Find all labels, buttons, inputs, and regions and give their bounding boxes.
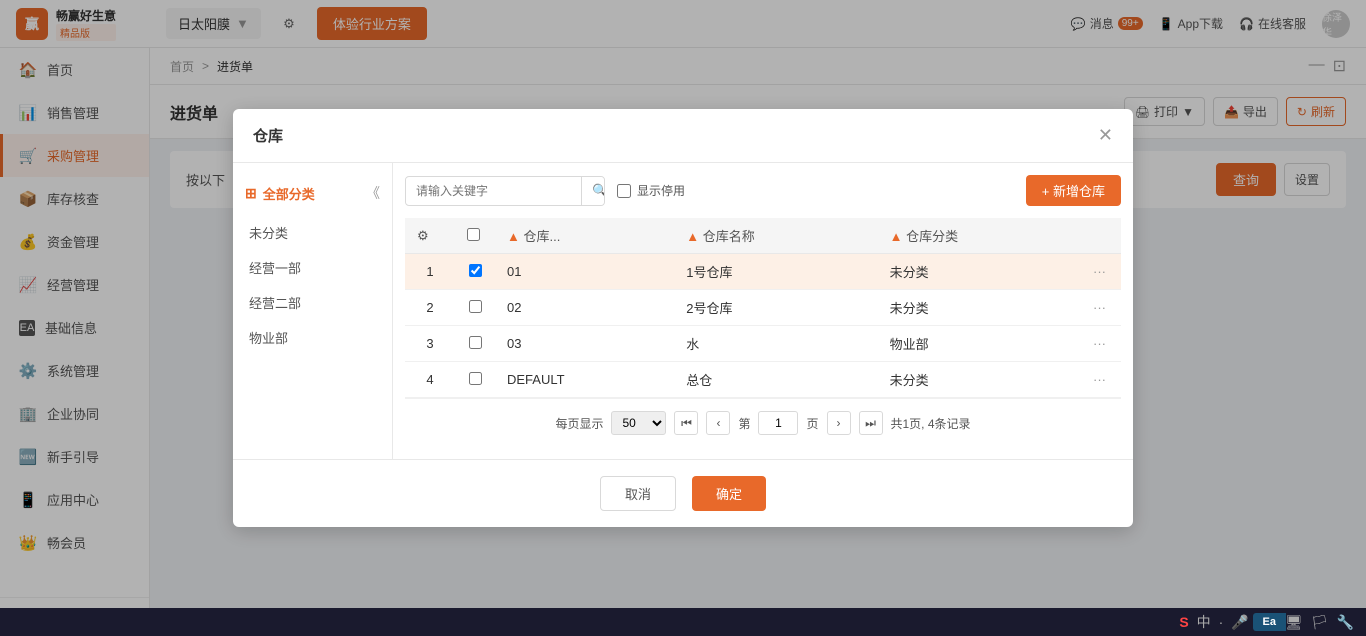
th-code: ▲ 仓库... (495, 218, 674, 254)
table-header: ⚙ ▲ 仓库... ▲ 仓库名称 (405, 218, 1121, 254)
row-checkbox-cell[interactable] (455, 326, 495, 362)
tool-icon[interactable]: 🔧 (1337, 614, 1354, 631)
row-num: 3 (405, 326, 455, 362)
show-disabled-label[interactable]: 显示停用 (617, 182, 685, 199)
show-disabled-checkbox[interactable] (617, 184, 631, 198)
select-all-checkbox[interactable] (467, 228, 480, 241)
row-code: 01 (495, 254, 674, 290)
category-item-property[interactable]: 物业部 (233, 320, 392, 355)
per-page-label: 每页显示 (555, 415, 603, 432)
search-input[interactable] (406, 178, 581, 204)
mic-icon[interactable]: 🎤 (1231, 614, 1248, 631)
row-num: 2 (405, 290, 455, 326)
ea-badge: Ea (1253, 613, 1286, 631)
th-actions (1081, 218, 1121, 254)
row-checkbox-cell[interactable] (455, 362, 495, 398)
page-prefix: 第 (738, 415, 750, 432)
first-page-button[interactable]: ⏮ (674, 411, 698, 435)
row-checkbox[interactable] (469, 300, 482, 313)
sort-icon-cat: ▲ (890, 229, 903, 244)
modal-header: 仓库 ✕ (233, 109, 1133, 163)
row-more[interactable]: ··· (1081, 362, 1121, 398)
row-num: 4 (405, 362, 455, 398)
row-name: 水 (674, 326, 877, 362)
warehouse-modal: 仓库 ✕ ⊞ 全部分类 《 未分类 经营一部 经营二部 物业部 (233, 109, 1133, 527)
more-icon[interactable]: ··· (1093, 372, 1106, 387)
table-panel: 🔍 显示停用 + 新增仓库 ⚙ (393, 163, 1133, 459)
row-checkbox[interactable] (469, 372, 482, 385)
search-box: 🔍 (405, 176, 605, 206)
page-size-select[interactable]: 50 10 20 100 (611, 411, 666, 435)
search-icon-button[interactable]: 🔍 (581, 177, 605, 205)
row-name: 2号仓库 (674, 290, 877, 326)
row-checkbox-cell[interactable] (455, 290, 495, 326)
table-row[interactable]: 2 02 2号仓库 未分类 ··· (405, 290, 1121, 326)
table-body: 1 01 1号仓库 未分类 ··· 2 02 2号仓库 未分类 ··· 3 03… (405, 254, 1121, 398)
confirm-button[interactable]: 确定 (692, 476, 766, 511)
row-more[interactable]: ··· (1081, 290, 1121, 326)
th-category: ▲ 仓库分类 (878, 218, 1081, 254)
table-row[interactable]: 3 03 水 物业部 ··· (405, 326, 1121, 362)
th-name: ▲ 仓库名称 (674, 218, 877, 254)
monitor-icon[interactable]: 🖥 (1285, 614, 1303, 631)
pagination: 每页显示 50 10 20 100 ⏮ ‹ 第 页 › ⏭ 共1页, 4条记录 (405, 398, 1121, 447)
row-name: 总仓 (674, 362, 877, 398)
row-checkbox[interactable] (469, 336, 482, 349)
total-records: 共1页, 4条记录 (891, 415, 971, 432)
sort-icon: ▲ (507, 229, 520, 244)
row-category: 物业部 (878, 326, 1081, 362)
th-gear: ⚙ (405, 218, 455, 254)
toolbar-left: 🔍 显示停用 (405, 176, 685, 206)
table-toolbar: 🔍 显示停用 + 新增仓库 (405, 175, 1121, 206)
row-num: 1 (405, 254, 455, 290)
last-page-button[interactable]: ⏭ (859, 411, 883, 435)
row-category: 未分类 (878, 362, 1081, 398)
category-header: ⊞ 全部分类 《 (233, 175, 392, 211)
row-more[interactable]: ··· (1081, 254, 1121, 290)
modal-title: 仓库 (253, 125, 283, 146)
modal-close-button[interactable]: ✕ (1098, 125, 1113, 146)
status-cn-icon[interactable]: 中 (1197, 612, 1211, 632)
category-panel: ⊞ 全部分类 《 未分类 经营一部 经营二部 物业部 (233, 163, 393, 459)
row-category: 未分类 (878, 290, 1081, 326)
row-code: DEFAULT (495, 362, 674, 398)
row-category: 未分类 (878, 254, 1081, 290)
statusbar: Ea S 中 · 🎤 ⌨ 🖥 🏳 🔧 (0, 608, 1366, 636)
category-item-dept2[interactable]: 经营二部 (233, 285, 392, 320)
more-icon[interactable]: ··· (1093, 264, 1106, 279)
all-categories[interactable]: ⊞ 全部分类 (245, 184, 315, 203)
sort-icon-name: ▲ (686, 229, 699, 244)
cancel-button[interactable]: 取消 (600, 476, 676, 511)
grid-icon: ⊞ (245, 185, 257, 202)
row-code: 03 (495, 326, 674, 362)
row-name: 1号仓库 (674, 254, 877, 290)
table-row[interactable]: 1 01 1号仓库 未分类 ··· (405, 254, 1121, 290)
row-checkbox[interactable] (469, 264, 482, 277)
th-checkbox (455, 218, 495, 254)
next-page-button[interactable]: › (827, 411, 851, 435)
row-checkbox-cell[interactable] (455, 254, 495, 290)
status-s-icon[interactable]: S (1179, 614, 1188, 630)
collapse-icon[interactable]: 《 (366, 183, 380, 203)
table-wrapper: ⚙ ▲ 仓库... ▲ 仓库名称 (405, 218, 1121, 398)
row-code: 02 (495, 290, 674, 326)
modal-overlay[interactable]: 仓库 ✕ ⊞ 全部分类 《 未分类 经营一部 经营二部 物业部 (0, 0, 1366, 636)
flag-icon[interactable]: 🏳 (1311, 614, 1329, 631)
new-warehouse-button[interactable]: + 新增仓库 (1026, 175, 1121, 206)
row-more[interactable]: ··· (1081, 326, 1121, 362)
category-item-dept1[interactable]: 经营一部 (233, 250, 392, 285)
page-suffix: 页 (806, 415, 818, 432)
more-icon[interactable]: ··· (1093, 336, 1106, 351)
status-dot-icon[interactable]: · (1219, 614, 1224, 630)
more-icon[interactable]: ··· (1093, 300, 1106, 315)
page-number-input[interactable] (758, 411, 798, 435)
table-row[interactable]: 4 DEFAULT 总仓 未分类 ··· (405, 362, 1121, 398)
category-item-unclassified[interactable]: 未分类 (233, 215, 392, 250)
modal-footer: 取消 确定 (233, 459, 1133, 527)
prev-page-button[interactable]: ‹ (706, 411, 730, 435)
warehouse-table: ⚙ ▲ 仓库... ▲ 仓库名称 (405, 218, 1121, 398)
modal-body: ⊞ 全部分类 《 未分类 经营一部 经营二部 物业部 🔍 (233, 163, 1133, 459)
